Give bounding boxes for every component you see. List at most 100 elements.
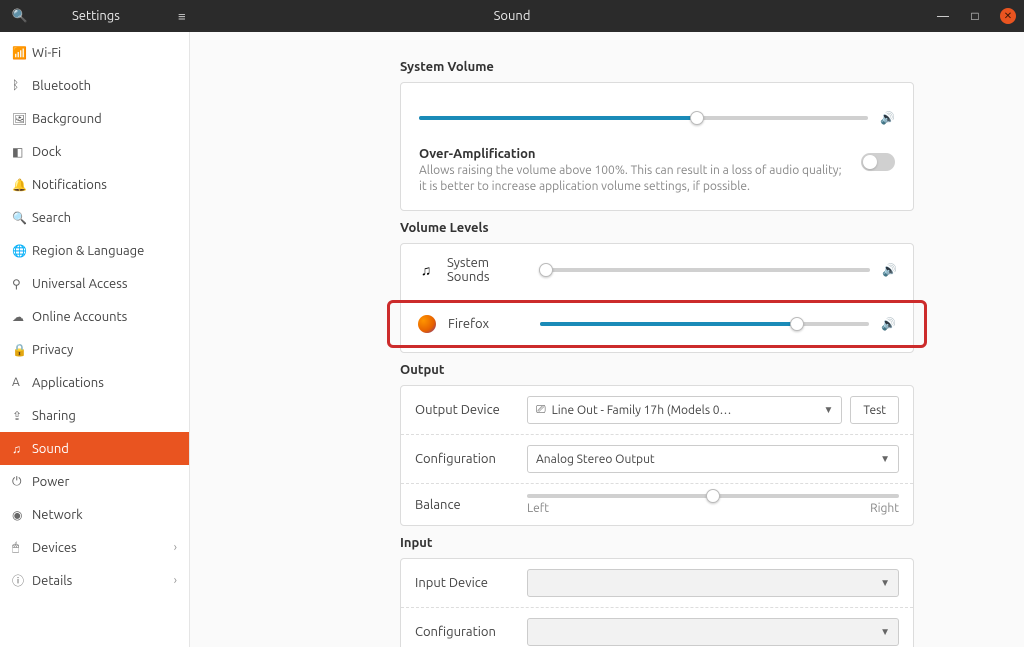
sidebar-icon: ⓘ xyxy=(12,572,32,589)
sidebar-item-label: Devices xyxy=(32,541,77,555)
caret-down-icon: ▼ xyxy=(823,404,833,416)
output-device-value: Line Out - Family 17h (Models 0… xyxy=(552,404,732,417)
sidebar-icon: 🌐 xyxy=(12,244,32,258)
music-note-icon: ♫ xyxy=(417,261,435,279)
balance-right-label: Right xyxy=(870,502,899,515)
sidebar-item-wi-fi[interactable]: 📶Wi-Fi xyxy=(0,36,189,69)
sidebar-item-power[interactable]: ⏻Power xyxy=(0,465,189,498)
system-volume-panel: 🔊 Over-Amplification Allows raising the … xyxy=(400,82,914,211)
sidebar-icon: 🔒 xyxy=(12,343,32,357)
sidebar-item-label: Applications xyxy=(32,376,104,390)
sidebar-item-region-language[interactable]: 🌐Region & Language xyxy=(0,234,189,267)
sidebar-item-label: Search xyxy=(32,211,71,225)
sidebar-icon: ⇪ xyxy=(12,409,32,423)
input-panel: Input Device ▼ Configuration ▼ xyxy=(400,558,914,647)
volume-row-system-sounds: ♫ System Sounds 🔊 xyxy=(401,244,913,296)
balance-slider[interactable] xyxy=(527,494,899,498)
search-icon[interactable]: 🔍 xyxy=(8,9,32,24)
sidebar-item-label: Notifications xyxy=(32,178,107,192)
sidebar-item-label: Privacy xyxy=(32,343,73,357)
sidebar-icon: 🖼 xyxy=(12,112,32,126)
app-name-label: System Sounds xyxy=(447,256,527,284)
input-config-select[interactable]: ▼ xyxy=(527,618,899,646)
sidebar-icon: 🔍 xyxy=(12,211,32,225)
sidebar-item-label: Online Accounts xyxy=(32,310,127,324)
sidebar-item-dock[interactable]: ◧Dock xyxy=(0,135,189,168)
sidebar-item-privacy[interactable]: 🔒Privacy xyxy=(0,333,189,366)
sidebar-icon: ◉ xyxy=(12,508,32,522)
sidebar-item-label: Sound xyxy=(32,442,69,456)
output-device-select[interactable]: ⎚ Line Out - Family 17h (Models 0… ▼ xyxy=(527,396,842,424)
speaker-icon[interactable]: 🔊 xyxy=(880,111,895,125)
sidebar: 📶Wi-FiᛒBluetooth🖼Background◧Dock🔔Notific… xyxy=(0,32,190,647)
volume-levels-panel: ♫ System Sounds 🔊 Firefox 🔊 xyxy=(400,243,914,353)
output-panel: Output Device ⎚ Line Out - Family 17h (Mo… xyxy=(400,385,914,526)
volume-row-firefox: Firefox 🔊 xyxy=(402,303,912,345)
over-amplification-title: Over-Amplification xyxy=(419,147,845,161)
sidebar-item-details[interactable]: ⓘDetails› xyxy=(0,564,189,597)
output-config-value: Analog Stereo Output xyxy=(536,453,655,466)
system-volume-slider[interactable] xyxy=(419,116,868,120)
input-device-select[interactable]: ▼ xyxy=(527,569,899,597)
sidebar-item-label: Universal Access xyxy=(32,277,127,291)
sidebar-item-label: Details xyxy=(32,574,72,588)
sidebar-item-devices[interactable]: 🖱Devices › xyxy=(0,531,189,564)
chevron-right-icon: › xyxy=(174,541,177,554)
sidebar-item-applications[interactable]: AApplications xyxy=(0,366,189,399)
firefox-icon xyxy=(418,315,436,333)
page-title: Sound xyxy=(494,9,531,23)
sidebar-item-network[interactable]: ◉Network xyxy=(0,498,189,531)
sidebar-item-label: Network xyxy=(32,508,83,522)
sidebar-icon: 📶 xyxy=(12,46,32,60)
sidebar-item-notifications[interactable]: 🔔Notifications xyxy=(0,168,189,201)
sidebar-item-label: Region & Language xyxy=(32,244,144,258)
hamburger-icon[interactable]: ≡ xyxy=(178,9,186,24)
output-heading: Output xyxy=(400,363,914,377)
sidebar-item-background[interactable]: 🖼Background xyxy=(0,102,189,135)
app-name-label: Firefox xyxy=(448,317,528,331)
sidebar-item-label: Power xyxy=(32,475,69,489)
app-volume-slider[interactable] xyxy=(540,322,869,326)
balance-left-label: Left xyxy=(527,502,549,515)
sidebar-item-sharing[interactable]: ⇪Sharing xyxy=(0,399,189,432)
balance-label: Balance xyxy=(415,498,515,512)
sidebar-icon: 🔔 xyxy=(12,178,32,192)
sidebar-icon: 🖱 xyxy=(12,541,32,555)
minimize-button[interactable]: — xyxy=(936,9,950,23)
sidebar-item-search[interactable]: 🔍Search xyxy=(0,201,189,234)
caret-down-icon: ▼ xyxy=(880,453,890,465)
sidebar-item-label: Sharing xyxy=(32,409,76,423)
caret-down-icon: ▼ xyxy=(880,626,890,638)
sidebar-icon: ⚲ xyxy=(12,277,32,291)
caret-down-icon: ▼ xyxy=(880,577,890,589)
sidebar-item-label: Wi-Fi xyxy=(32,46,61,60)
system-volume-heading: System Volume xyxy=(400,60,914,74)
sidebar-item-online-accounts[interactable]: ☁Online Accounts xyxy=(0,300,189,333)
app-volume-slider[interactable] xyxy=(539,268,870,272)
speaker-icon[interactable]: 🔊 xyxy=(881,317,896,331)
sidebar-item-label: Bluetooth xyxy=(32,79,91,93)
titlebar: 🔍 Settings ≡ Sound — □ ✕ xyxy=(0,0,1024,32)
output-config-select[interactable]: Analog Stereo Output ▼ xyxy=(527,445,899,473)
volume-levels-heading: Volume Levels xyxy=(400,221,914,235)
over-amplification-toggle[interactable] xyxy=(861,153,895,171)
main-content: System Volume 🔊 Over-Amplification Allow… xyxy=(190,32,1024,647)
maximize-button[interactable]: □ xyxy=(968,9,982,23)
output-device-label: Output Device xyxy=(415,403,515,417)
sidebar-icon: ᛒ xyxy=(12,79,32,92)
line-out-icon: ⎚ xyxy=(536,403,546,417)
close-button[interactable]: ✕ xyxy=(1000,8,1016,24)
sidebar-icon: ⏻ xyxy=(12,475,32,489)
speaker-icon[interactable]: 🔊 xyxy=(882,263,897,277)
output-config-label: Configuration xyxy=(415,452,515,466)
sidebar-icon: A xyxy=(12,376,32,389)
app-title: Settings xyxy=(72,9,120,23)
sidebar-item-label: Background xyxy=(32,112,102,126)
sidebar-item-sound[interactable]: ♫Sound xyxy=(0,432,189,465)
sidebar-item-universal-access[interactable]: ⚲Universal Access xyxy=(0,267,189,300)
test-button[interactable]: Test xyxy=(850,396,899,424)
sidebar-item-bluetooth[interactable]: ᛒBluetooth xyxy=(0,69,189,102)
sidebar-icon: ♫ xyxy=(12,442,32,456)
input-config-label: Configuration xyxy=(415,625,515,639)
sidebar-icon: ◧ xyxy=(12,145,32,159)
